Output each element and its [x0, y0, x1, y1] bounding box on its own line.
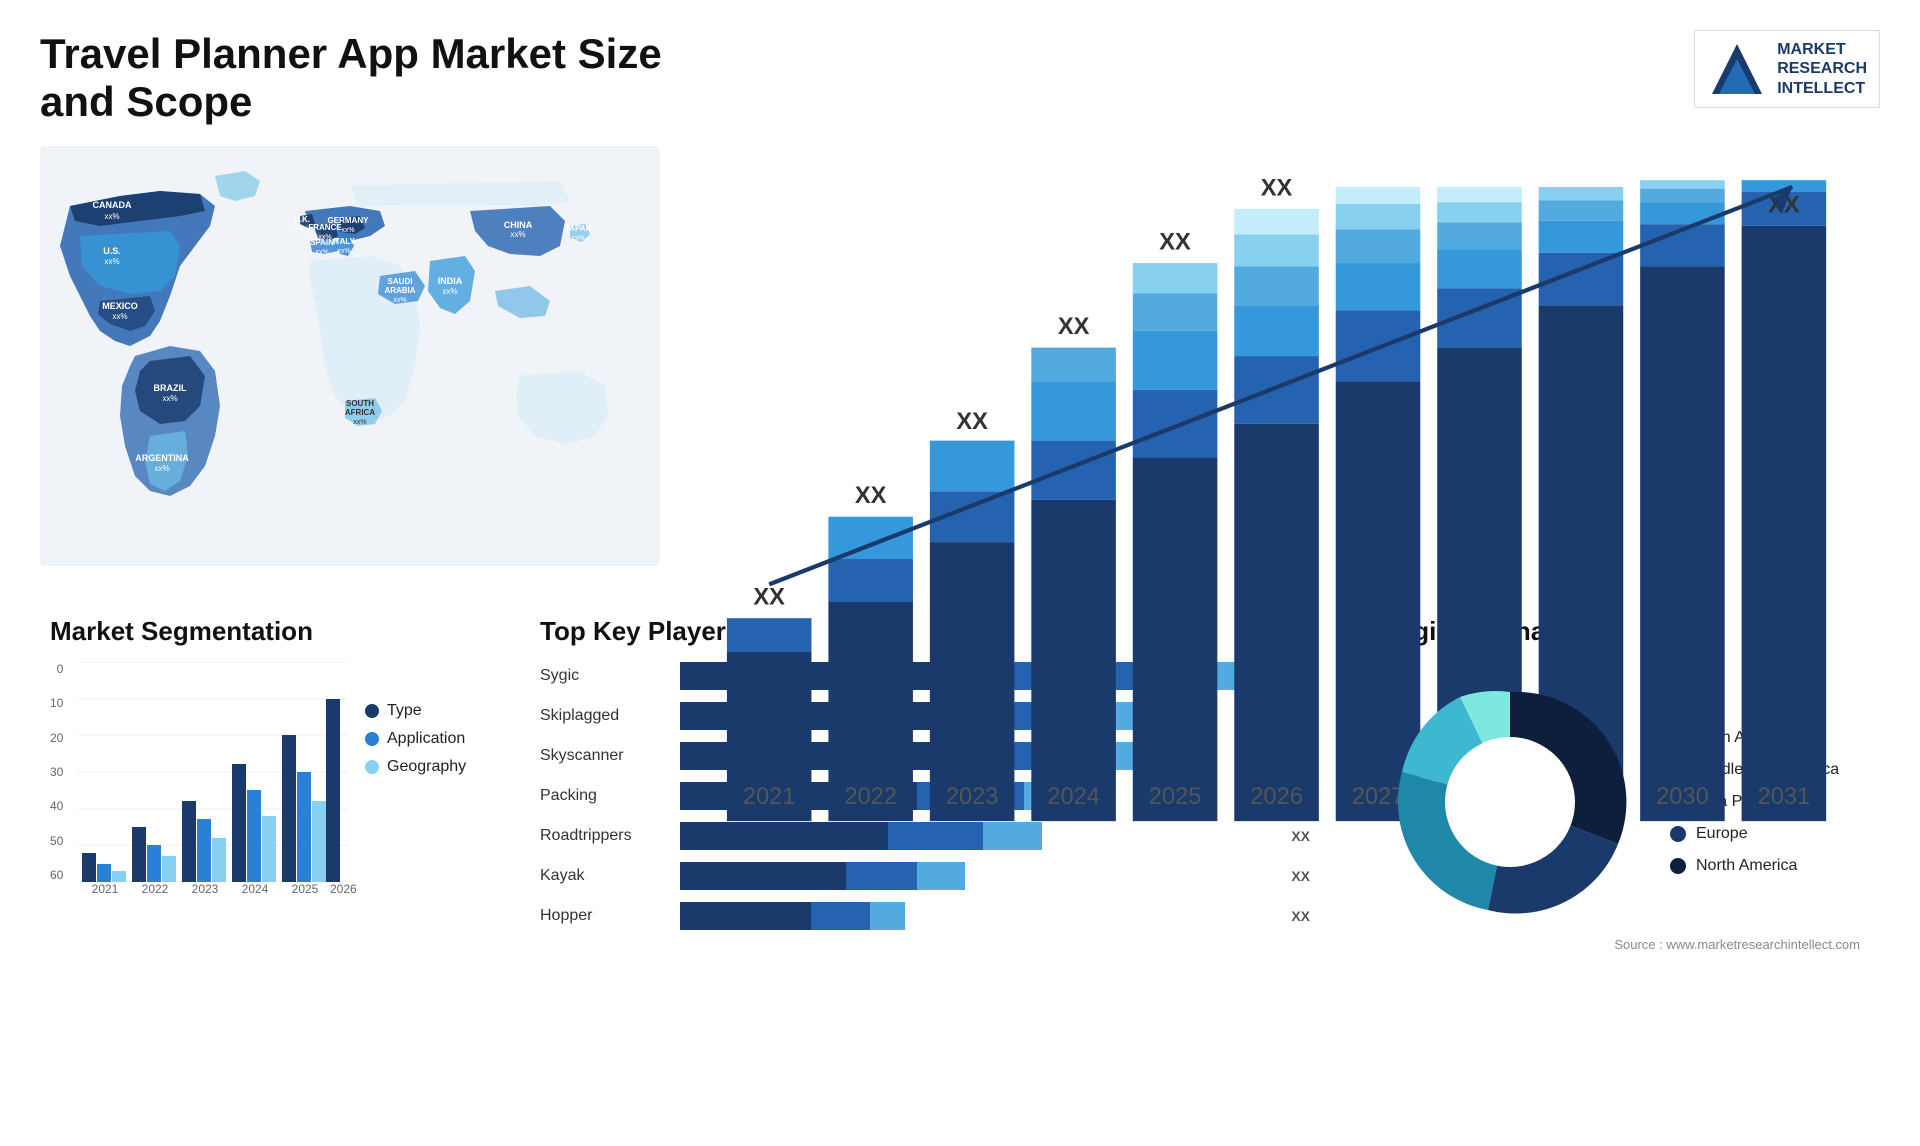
svg-text:INDIA: INDIA: [438, 276, 463, 286]
svg-text:xx%: xx%: [442, 287, 457, 296]
svg-text:xx%: xx%: [112, 312, 127, 321]
svg-text:XX: XX: [956, 409, 988, 435]
svg-text:BRAZIL: BRAZIL: [154, 383, 187, 393]
svg-text:ARGENTINA: ARGENTINA: [135, 453, 189, 463]
svg-text:xx%: xx%: [154, 464, 169, 473]
svg-text:XX: XX: [753, 585, 785, 611]
svg-text:XX: XX: [1362, 176, 1394, 181]
svg-text:xx%: xx%: [393, 297, 406, 304]
svg-text:2023: 2023: [946, 784, 999, 810]
svg-text:SAUDI: SAUDI: [388, 277, 413, 286]
seg-y-axis: 60 50 40 30 20 10 0: [50, 662, 63, 882]
svg-text:CHINA: CHINA: [504, 220, 533, 230]
seg-bar-chart: [78, 662, 348, 882]
svg-text:xx%: xx%: [353, 419, 366, 426]
page-header: Travel Planner App Market Size and Scope…: [40, 30, 1880, 126]
svg-text:xx%: xx%: [571, 235, 584, 242]
svg-text:xx%: xx%: [162, 394, 177, 403]
svg-text:U.S.: U.S.: [103, 246, 121, 256]
svg-text:xx%: xx%: [510, 230, 525, 239]
svg-text:2021: 2021: [743, 784, 796, 810]
svg-text:CANADA: CANADA: [93, 200, 132, 210]
svg-text:xx%: xx%: [295, 226, 308, 233]
svg-text:2026: 2026: [1250, 784, 1303, 810]
svg-text:AFRICA: AFRICA: [345, 408, 375, 417]
svg-text:JAPAN: JAPAN: [565, 224, 592, 233]
legend-application: Application: [365, 730, 466, 748]
svg-text:XX: XX: [1565, 176, 1597, 181]
svg-text:2024: 2024: [1047, 784, 1100, 810]
svg-text:XX: XX: [1159, 230, 1191, 256]
svg-text:XX: XX: [1667, 176, 1699, 181]
segmentation-title: Market Segmentation: [50, 616, 480, 647]
svg-text:xx%: xx%: [341, 227, 354, 234]
svg-text:ITALY: ITALY: [333, 237, 355, 246]
player-row-kayak: Kayak XX: [540, 862, 1310, 890]
legend-type: Type: [365, 702, 466, 720]
svg-text:2030: 2030: [1656, 784, 1709, 810]
svg-text:GERMANY: GERMANY: [328, 216, 370, 225]
growth-bar-chart-section: XX 2021 XX 2022 XX 2023 XX: [690, 146, 1880, 566]
svg-text:XX: XX: [1058, 314, 1090, 340]
svg-text:2025: 2025: [1149, 784, 1202, 810]
segmentation-legend: Type Application Geography: [365, 702, 466, 776]
svg-text:SOUTH: SOUTH: [346, 399, 374, 408]
world-map-svg: CANADA xx% U.S. xx% MEXICO xx% BRAZIL xx…: [40, 146, 660, 566]
svg-text:XX: XX: [1261, 176, 1293, 201]
bar-chart-svg: XX 2021 XX 2022 XX 2023 XX: [710, 176, 1860, 824]
svg-text:XX: XX: [855, 483, 887, 509]
svg-text:xx%: xx%: [315, 249, 328, 256]
svg-text:xx%: xx%: [337, 248, 350, 255]
svg-text:2022: 2022: [844, 784, 897, 810]
donut-chart: [1380, 672, 1640, 932]
logo-text: MARKET RESEARCH INTELLECT: [1777, 40, 1867, 98]
main-content: CANADA xx% U.S. xx% MEXICO xx% BRAZIL xx…: [40, 146, 1880, 962]
svg-text:SPAIN: SPAIN: [310, 238, 334, 247]
logo: MARKET RESEARCH INTELLECT: [1694, 30, 1880, 108]
legend-geography: Geography: [365, 758, 466, 776]
svg-text:MEXICO: MEXICO: [102, 301, 138, 311]
svg-text:2031: 2031: [1758, 784, 1811, 810]
svg-text:xx%: xx%: [104, 212, 119, 221]
segmentation-section: Market Segmentation 60 50 40 30 20 10 0: [40, 606, 490, 962]
logo-icon: [1707, 39, 1767, 99]
page-title: Travel Planner App Market Size and Scope: [40, 30, 740, 126]
svg-text:XX: XX: [1464, 176, 1496, 181]
svg-text:ARABIA: ARABIA: [384, 286, 415, 295]
svg-text:xx%: xx%: [104, 257, 119, 266]
source-text: Source : www.marketresearchintellect.com: [1380, 937, 1860, 952]
player-row-hopper: Hopper XX: [540, 902, 1310, 930]
world-map-section: CANADA xx% U.S. xx% MEXICO xx% BRAZIL xx…: [40, 146, 660, 566]
